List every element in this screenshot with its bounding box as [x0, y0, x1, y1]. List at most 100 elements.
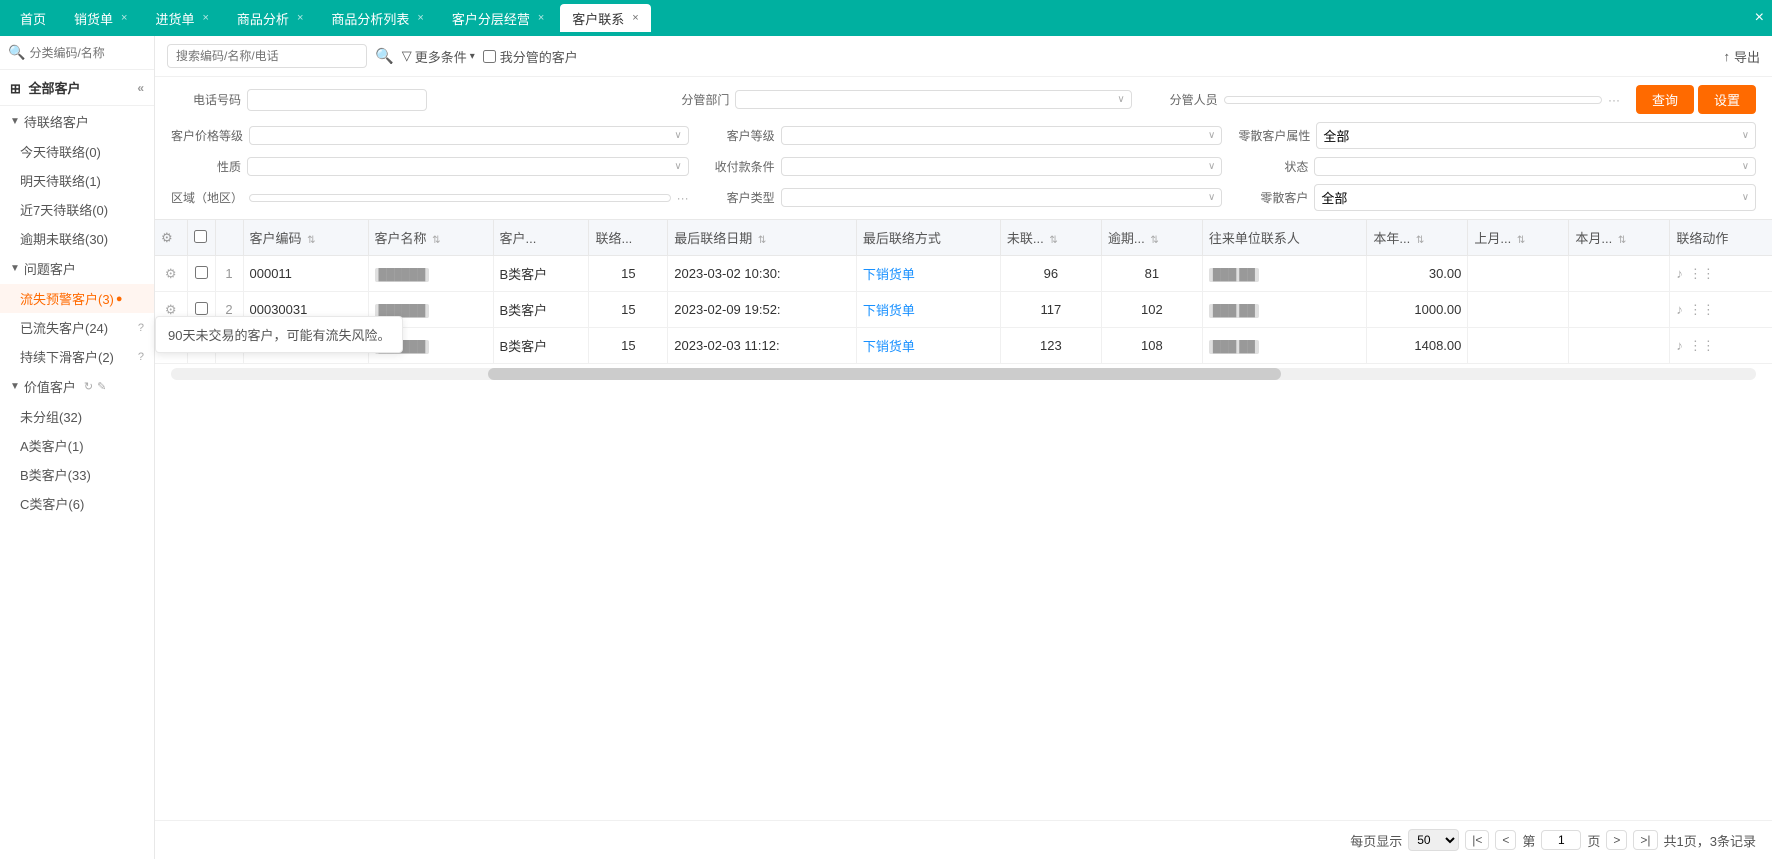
sidebar-item-churned[interactable]: 已流失客户(24) ? — [0, 313, 154, 342]
sidebar-root[interactable]: ⊞ 全部客户 « — [0, 70, 154, 106]
row-checkbox[interactable] — [195, 302, 208, 315]
edit-icon[interactable]: ✎ — [97, 380, 106, 393]
tab-analysis-list[interactable]: 商品分析列表 × — [319, 4, 435, 32]
sort-icon[interactable]: ⇅ — [1150, 235, 1158, 246]
sort-icon[interactable]: ⇅ — [1416, 235, 1424, 246]
status-select[interactable]: ∨ — [1314, 157, 1756, 176]
per-page-select[interactable]: 50 100 — [1408, 829, 1459, 851]
next-page-button[interactable]: > — [1606, 830, 1627, 850]
sidebar-item-7days[interactable]: 近7天待联络(0) — [0, 195, 154, 224]
my-customers-checkbox[interactable]: 我分管的客户 — [483, 47, 578, 66]
payment-select[interactable]: ∨ — [781, 157, 1223, 176]
section-value-customers[interactable]: ▼ 价值客户 ↻ ✎ — [0, 371, 154, 402]
dept-select[interactable]: ∨ — [735, 90, 1131, 109]
tab-customer-contact[interactable]: 客户联系 × — [560, 4, 650, 32]
close-icon[interactable]: × — [632, 12, 638, 24]
page-label: 第 — [1522, 831, 1535, 850]
contact-icon[interactable]: ♪ — [1676, 338, 1683, 354]
section-pending-contact[interactable]: ▼ 待联络客户 — [0, 106, 154, 137]
search-submit-icon[interactable]: 🔍 — [375, 47, 394, 65]
my-customers-check[interactable] — [483, 50, 496, 63]
sidebar-item-class-b[interactable]: B类客户(33) — [0, 460, 154, 489]
gender-select[interactable]: ∨ — [247, 157, 689, 176]
export-button[interactable]: ↑ 导出 — [1723, 47, 1760, 66]
gear-icon[interactable]: ⚙ — [165, 302, 177, 317]
last-contact-type-cell[interactable]: 下销货单 — [856, 328, 1000, 364]
tooltip: 90天未交易的客户，可能有流失风险。 — [155, 316, 403, 353]
price-level-select[interactable]: ∨ — [249, 126, 689, 145]
filter-region: 区域（地区） ··· — [171, 189, 689, 206]
sidebar-item-class-a[interactable]: A类客户(1) — [0, 431, 154, 460]
sidebar-item-today[interactable]: 今天待联络(0) — [0, 137, 154, 166]
person-select[interactable] — [1224, 96, 1602, 104]
settings-button[interactable]: 设置 — [1698, 85, 1756, 114]
refresh-icon[interactable]: ↻ — [84, 380, 93, 393]
gear-icon[interactable]: ⚙ — [165, 266, 177, 281]
more-conditions-button[interactable]: ▽ 更多条件 ▾ — [402, 47, 475, 66]
first-page-button[interactable]: |< — [1465, 830, 1489, 850]
close-icon[interactable]: × — [417, 12, 423, 24]
search-input[interactable] — [167, 44, 367, 68]
sidebar-item-tomorrow[interactable]: 明天待联络(1) — [0, 166, 154, 195]
customer-type-select[interactable]: ∨ — [781, 188, 1223, 207]
contact-type-link[interactable]: 下销货单 — [863, 339, 915, 354]
phone-input[interactable] — [247, 89, 427, 111]
customer-level-select[interactable]: ∨ — [781, 126, 1223, 145]
sort-icon[interactable]: ⇅ — [1517, 235, 1525, 246]
scrollbar-thumb[interactable] — [488, 368, 1281, 380]
tab-purchase[interactable]: 进货单 × — [143, 4, 220, 32]
sidebar-item-overdue-contact[interactable]: 逾期未联络(30) — [0, 224, 154, 253]
tab-analysis[interactable]: 商品分析 × — [225, 4, 315, 32]
contact-type-link[interactable]: 下销货单 — [863, 267, 915, 282]
zero-customer-select[interactable]: 全部 ∨ — [1314, 184, 1756, 211]
table-header-row: ⚙ 客户编码 ⇅ 客户名称 ⇅ — [155, 220, 1772, 256]
sort-icon[interactable]: ⇅ — [432, 235, 440, 246]
more-actions-icon[interactable]: ⋮⋮ — [1689, 266, 1715, 282]
more-actions-icon[interactable]: ⋮⋮ — [1689, 338, 1715, 354]
sidebar-item-churn-warning[interactable]: 流失预警客户(3) ● — [0, 284, 154, 313]
close-icon[interactable]: × — [297, 12, 303, 24]
level-cell: B类客户 — [493, 328, 589, 364]
filter-row-3: 性质 ∨ 收付款条件 ∨ 状态 — [171, 157, 1756, 176]
this-month-cell — [1569, 292, 1670, 328]
select-all-checkbox[interactable] — [194, 230, 207, 243]
contact-icon[interactable]: ♪ — [1676, 266, 1683, 282]
tab-home[interactable]: 首页 — [8, 4, 58, 32]
sort-icon[interactable]: ⇅ — [1049, 235, 1057, 246]
last-page-button[interactable]: >| — [1633, 830, 1657, 850]
sidebar-item-declining[interactable]: 持续下滑客户(2) ? — [0, 342, 154, 371]
contact-type-link[interactable]: 下销货单 — [863, 303, 915, 318]
gear-icon[interactable]: ⚙ — [161, 230, 173, 245]
checkbox-cell[interactable] — [187, 256, 215, 292]
query-button[interactable]: 查询 — [1636, 85, 1694, 114]
close-icon[interactable]: × — [121, 12, 127, 24]
tab-sales[interactable]: 销货单 × — [62, 4, 139, 32]
section-problem-customers[interactable]: ▼ 问题客户 — [0, 253, 154, 284]
more-icon[interactable]: ··· — [1608, 93, 1620, 107]
horizontal-scrollbar[interactable] — [171, 368, 1756, 380]
sort-icon[interactable]: ⇅ — [1618, 235, 1626, 246]
last-contact-type-cell[interactable]: 下销货单 — [856, 292, 1000, 328]
more-actions-icon[interactable]: ⋮⋮ — [1689, 302, 1715, 318]
collapse-button[interactable]: « — [137, 81, 144, 95]
close-icon[interactable]: × — [538, 12, 544, 24]
sort-icon[interactable]: ⇅ — [758, 235, 766, 246]
sidebar-root-label: ⊞ 全部客户 — [10, 78, 81, 97]
tab-customer-segment[interactable]: 客户分层经营 × — [440, 4, 556, 32]
uncontacted-cell: 117 — [1000, 292, 1101, 328]
close-icon[interactable]: × — [202, 12, 208, 24]
zero-attr-select[interactable]: 全部 ∨ — [1316, 122, 1756, 149]
more-icon[interactable]: ··· — [677, 191, 689, 205]
page-number-input[interactable] — [1541, 830, 1581, 850]
sort-icon[interactable]: ⇅ — [307, 235, 315, 246]
sidebar-item-ungrouped[interactable]: 未分组(32) — [0, 402, 154, 431]
prev-page-button[interactable]: < — [1495, 830, 1516, 850]
close-all-button[interactable]: × — [1755, 9, 1764, 27]
contact-icon[interactable]: ♪ — [1676, 302, 1683, 318]
sidebar-item-class-c[interactable]: C类客户(6) — [0, 489, 154, 518]
region-select[interactable] — [249, 194, 671, 202]
row-checkbox[interactable] — [195, 266, 208, 279]
gear-cell[interactable]: ⚙ — [155, 256, 187, 292]
sidebar-search-input[interactable] — [29, 46, 155, 60]
last-contact-type-cell[interactable]: 下销货单 — [856, 256, 1000, 292]
